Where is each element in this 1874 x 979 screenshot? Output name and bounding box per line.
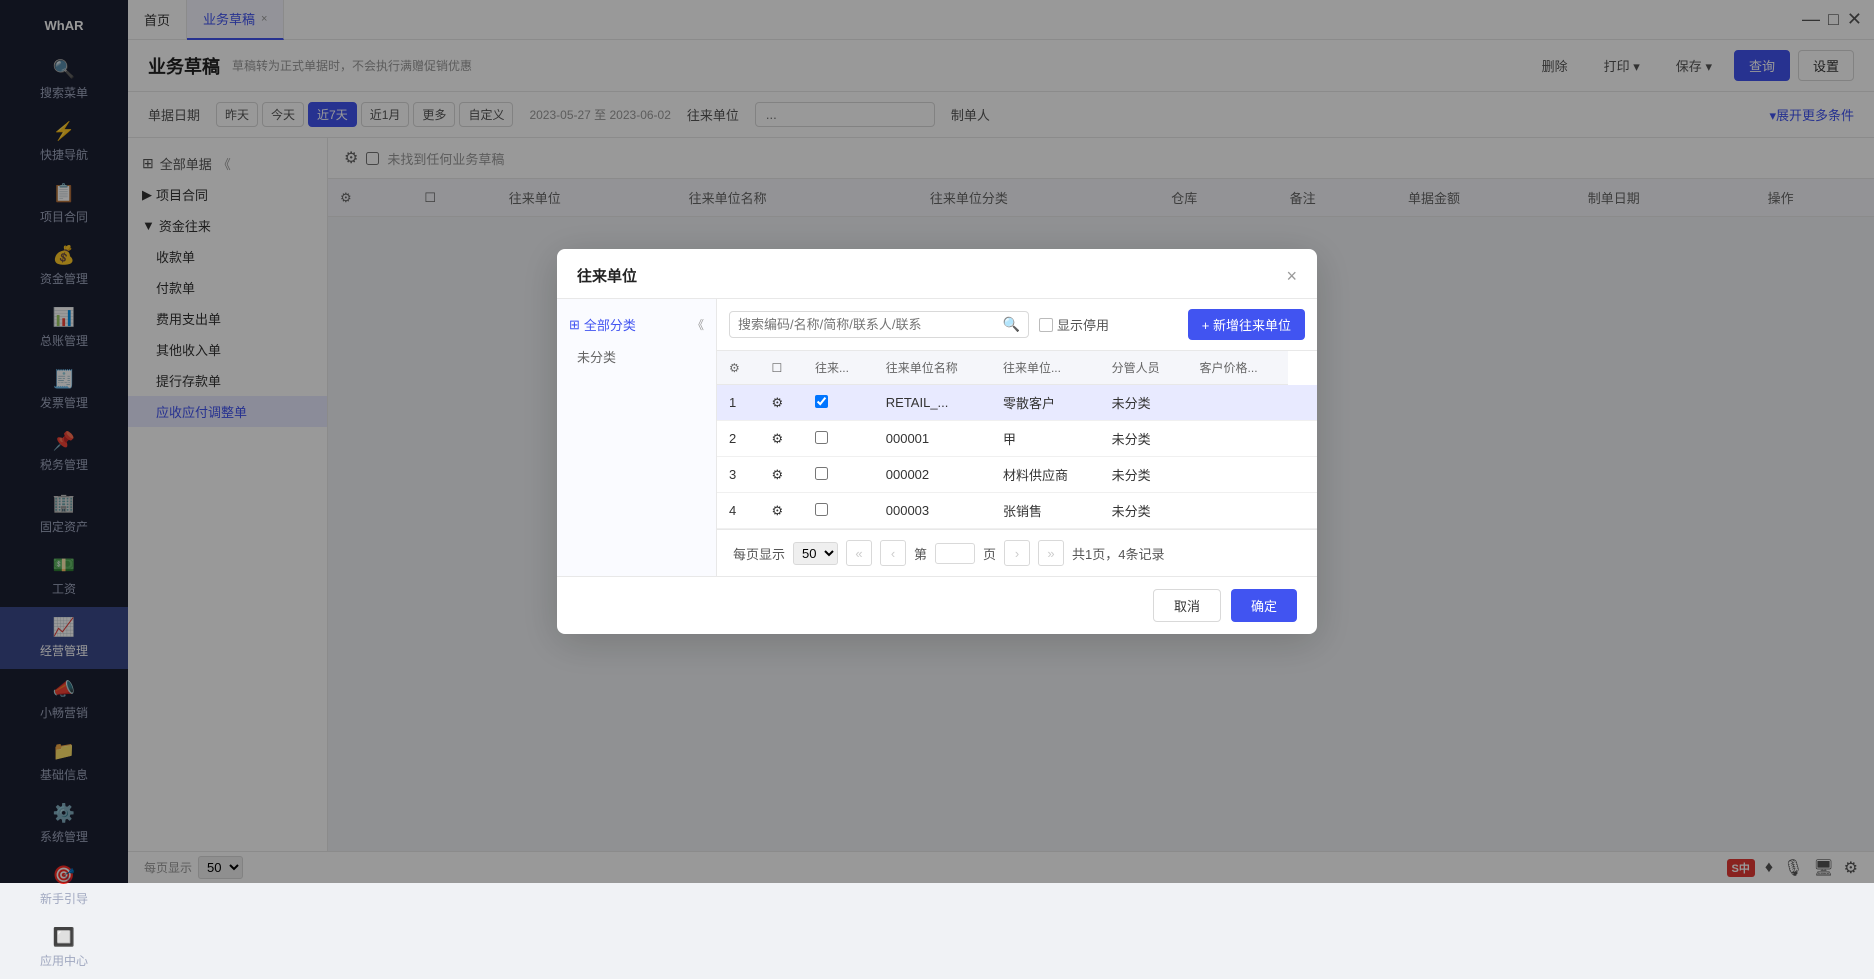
dialog-col-select: ☐ <box>759 351 803 385</box>
row-name: 甲 <box>991 421 1100 457</box>
dialog-header: 往来单位 × <box>557 249 1317 299</box>
first-page-button[interactable]: « <box>846 540 872 566</box>
row-manager <box>1188 457 1288 493</box>
partner-dialog: 往来单位 × ⊞ 全部分类 《 未分类 <box>557 249 1317 634</box>
page-number-input[interactable]: 1 <box>935 543 975 564</box>
sidebar-item-new-guide-label: 新手引导 <box>40 890 88 907</box>
add-partner-button[interactable]: + 新增往来单位 <box>1188 309 1305 340</box>
dialog-left-header-label: 全部分类 <box>584 315 636 334</box>
row-price-level <box>1288 421 1317 457</box>
row-manager <box>1188 385 1288 421</box>
sidebar-item-app-center-label: 应用中心 <box>40 952 88 969</box>
row-code: RETAIL_... <box>874 385 991 421</box>
dialog-body: ⊞ 全部分类 《 未分类 🔍 显示停 <box>557 299 1317 576</box>
sidebar-item-app-center[interactable]: 🔲 应用中心 <box>0 917 128 979</box>
row-checkbox[interactable] <box>803 385 874 421</box>
row-number: 2 <box>717 421 759 457</box>
row-settings-icon: ⚙ <box>759 457 803 493</box>
dialog-table-wrap: ⚙ ☐ 往来... 往来单位名称 往来单位... 分管人员 客户价格... <box>717 351 1317 529</box>
last-page-button[interactable]: » <box>1038 540 1064 566</box>
row-settings-icon: ⚙ <box>759 493 803 529</box>
prev-page-button[interactable]: ‹ <box>880 540 906 566</box>
dialog-col-category: 往来单位... <box>991 351 1100 385</box>
dialog-close-button[interactable]: × <box>1286 267 1297 285</box>
dialog-table-row[interactable]: 1 ⚙ RETAIL_... 零散客户 未分类 <box>717 385 1317 421</box>
row-name: 零散客户 <box>991 385 1100 421</box>
dialog-search-bar: 🔍 显示停用 + 新增往来单位 <box>717 299 1317 351</box>
dialog-pagination: 每页显示 50 « ‹ 第 1 页 › » 共1页，4条记录 <box>717 529 1317 576</box>
per-page-label: 每页显示 <box>733 544 785 563</box>
search-icon[interactable]: 🔍 <box>1003 316 1020 333</box>
dialog-overlay: 往来单位 × ⊞ 全部分类 《 未分类 <box>0 0 1874 883</box>
row-checkbox[interactable] <box>803 421 874 457</box>
dialog-table-row[interactable]: 2 ⚙ 000001 甲 未分类 <box>717 421 1317 457</box>
row-category: 未分类 <box>1100 421 1188 457</box>
dialog-col-manager: 分管人员 <box>1100 351 1188 385</box>
dialog-table: ⚙ ☐ 往来... 往来单位名称 往来单位... 分管人员 客户价格... <box>717 351 1317 529</box>
dialog-table-row[interactable]: 3 ⚙ 000002 材料供应商 未分类 <box>717 457 1317 493</box>
dialog-table-row[interactable]: 4 ⚙ 000003 张销售 未分类 <box>717 493 1317 529</box>
row-number: 4 <box>717 493 759 529</box>
row-category: 未分类 <box>1100 457 1188 493</box>
row-name: 张销售 <box>991 493 1100 529</box>
partner-search-input[interactable] <box>738 317 1003 332</box>
row-manager <box>1188 493 1288 529</box>
row-checkbox[interactable] <box>803 457 874 493</box>
dialog-right-panel: 🔍 显示停用 + 新增往来单位 ⚙ ☐ <box>717 299 1317 576</box>
per-page-select[interactable]: 50 <box>793 542 838 565</box>
row-number: 3 <box>717 457 759 493</box>
dialog-col-code: 往来... <box>803 351 874 385</box>
row-category: 未分类 <box>1100 385 1188 421</box>
row-price-level <box>1288 493 1317 529</box>
dialog-footer: 取消 确定 <box>557 576 1317 634</box>
total-records: 共1页，4条记录 <box>1072 544 1164 563</box>
row-code: 000003 <box>874 493 991 529</box>
dialog-left-panel: ⊞ 全部分类 《 未分类 <box>557 299 717 576</box>
row-settings-icon: ⚙ <box>759 421 803 457</box>
row-name: 材料供应商 <box>991 457 1100 493</box>
dialog-col-settings: ⚙ <box>717 351 759 385</box>
show-disabled-label[interactable]: 显示停用 <box>1039 315 1109 334</box>
dialog-left-header: ⊞ 全部分类 《 <box>557 309 716 340</box>
cancel-button[interactable]: 取消 <box>1153 589 1221 622</box>
row-code: 000002 <box>874 457 991 493</box>
row-settings-icon: ⚙ <box>759 385 803 421</box>
dialog-col-name: 往来单位名称 <box>874 351 991 385</box>
row-manager <box>1188 421 1288 457</box>
confirm-button[interactable]: 确定 <box>1231 589 1297 622</box>
row-price-level <box>1288 385 1317 421</box>
app-center-icon: 🔲 <box>53 927 75 948</box>
row-number: 1 <box>717 385 759 421</box>
page-end-label: 页 <box>983 544 996 563</box>
dialog-left-collapse-icon[interactable]: 《 <box>692 316 704 333</box>
page-label: 第 <box>914 544 927 563</box>
dialog-title: 往来单位 <box>577 265 637 286</box>
next-page-button[interactable]: › <box>1004 540 1030 566</box>
row-price-level <box>1288 457 1317 493</box>
row-code: 000001 <box>874 421 991 457</box>
search-input-wrap: 🔍 <box>729 311 1029 338</box>
dialog-col-price-level: 客户价格... <box>1188 351 1288 385</box>
row-checkbox[interactable] <box>803 493 874 529</box>
show-disabled-checkbox[interactable] <box>1039 318 1053 332</box>
dialog-left-item-uncategorized[interactable]: 未分类 <box>557 340 716 373</box>
row-category: 未分类 <box>1100 493 1188 529</box>
